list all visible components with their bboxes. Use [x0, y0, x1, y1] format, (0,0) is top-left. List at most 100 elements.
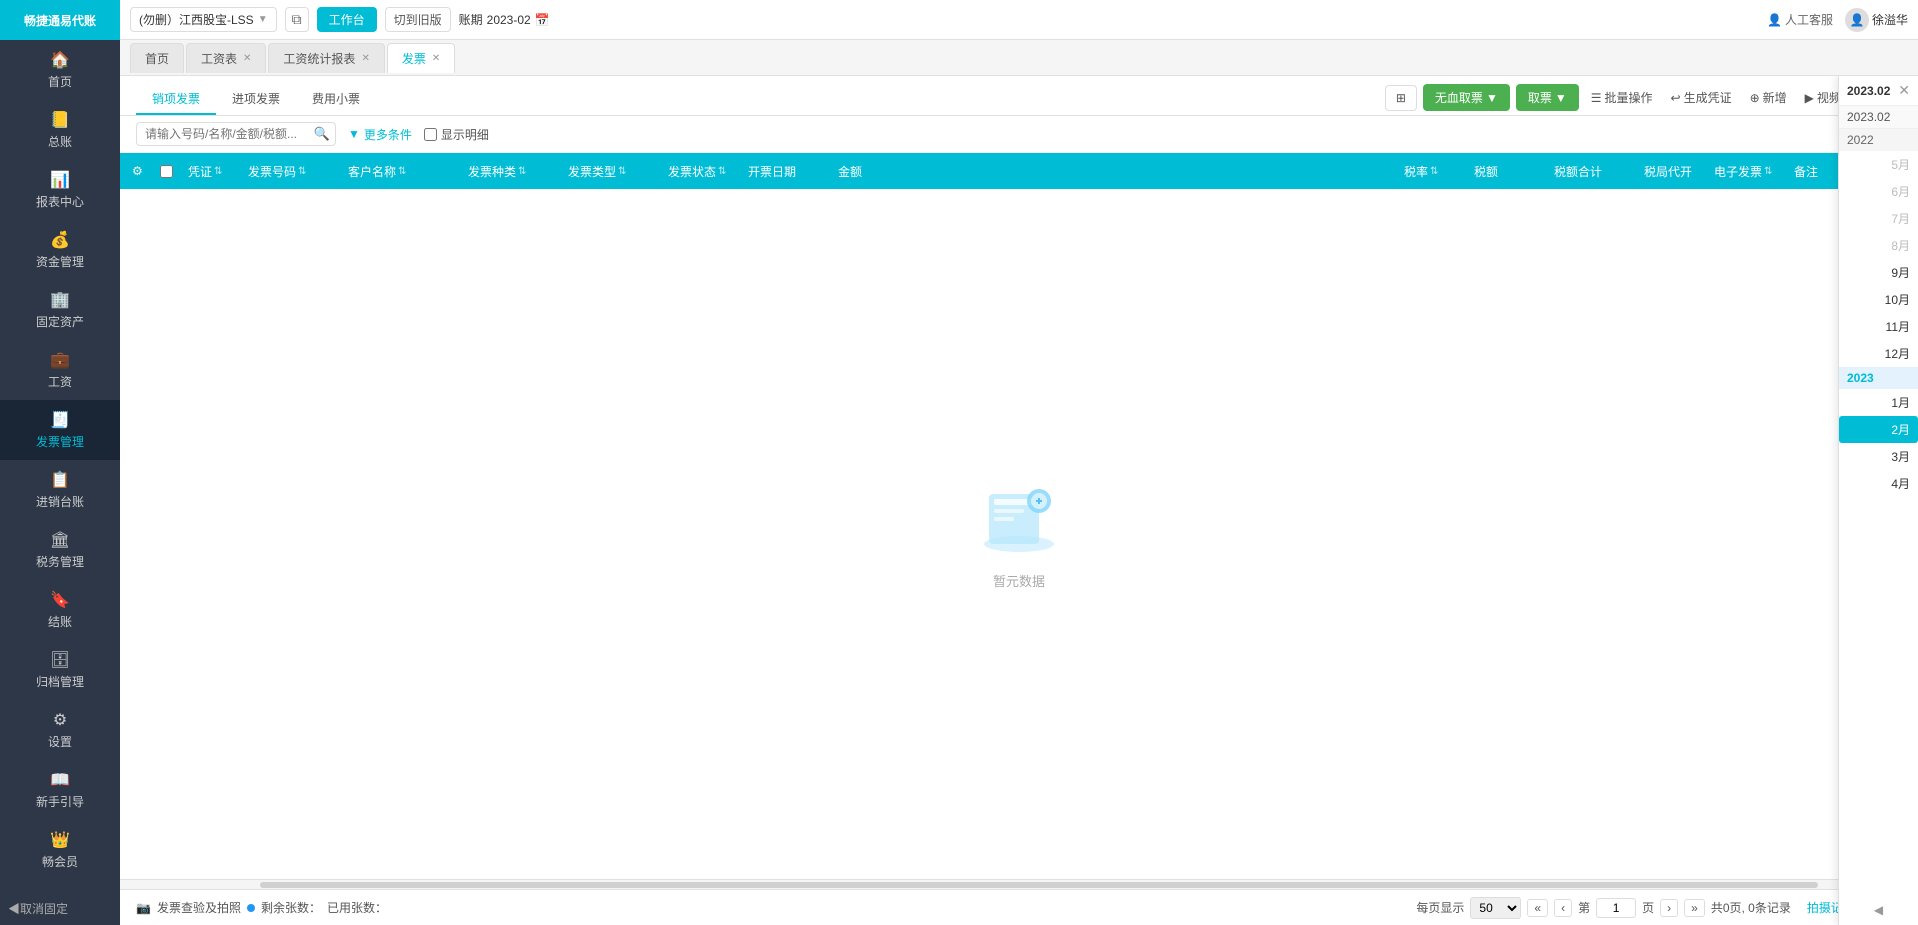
period-month-jun[interactable]: 6月	[1839, 178, 1918, 205]
th-tax-total[interactable]: 税额合计	[1550, 163, 1640, 180]
support-button[interactable]: 👤 人工客服	[1767, 11, 1833, 28]
grid-icon: ⊞	[1396, 91, 1406, 105]
tabbar: 首页 工资表 ✕ 工资统计报表 ✕ 发票 ✕	[120, 40, 1918, 76]
per-page-select[interactable]: 50 100 200	[1470, 897, 1521, 919]
toolbar: ⊞ 无血取票 ▼ 取票 ▼ ☰ 批量操作 ↩ 生成凭证	[1385, 84, 1902, 115]
th-invoice-type[interactable]: 发票种类 ⇅	[464, 163, 564, 180]
tab-salary-close[interactable]: ✕	[243, 53, 251, 64]
per-page-label: 每页显示	[1416, 899, 1464, 916]
sidebar-item-guide[interactable]: 📖 新手引导	[0, 760, 120, 820]
tab-salary[interactable]: 工资表 ✕	[186, 43, 266, 73]
tab-salary-report-label: 工资统计报表	[283, 50, 355, 67]
th-tax-rate[interactable]: 税率 ⇅	[1400, 163, 1470, 180]
th-invoice-cat-label: 发票类型	[568, 163, 616, 180]
tab-invoice-label: 发票	[402, 50, 426, 67]
more-conditions-button[interactable]: ▼ 更多条件	[348, 126, 412, 143]
sidebar-item-sales[interactable]: 📋 进销台账	[0, 460, 120, 520]
sidebar-item-finance[interactable]: 💰 资金管理	[0, 220, 120, 280]
empty-illustration	[969, 479, 1069, 559]
period-month-sep[interactable]: 9月	[1839, 259, 1918, 286]
subtab-sales-invoice[interactable]: 销项发票	[136, 84, 216, 115]
subtab-expense-receipt[interactable]: 费用小票	[296, 84, 376, 115]
period-month-oct[interactable]: 10月	[1839, 286, 1918, 313]
batch-op-button[interactable]: ☰ 批量操作	[1585, 84, 1659, 111]
th-date[interactable]: 开票日期	[744, 163, 834, 180]
th-tax-total-label: 税额合计	[1554, 163, 1602, 180]
search-button[interactable]: 🔍	[314, 126, 330, 142]
sidebar-item-archive[interactable]: 🗄 归档管理	[0, 640, 120, 700]
batch-op-icon: ☰	[1591, 91, 1602, 105]
select-all-checkbox[interactable]	[160, 165, 173, 178]
grid-view-button[interactable]: ⊞	[1385, 85, 1417, 111]
sidebar-item-settings[interactable]: ⚙ 设置	[0, 700, 120, 760]
user-menu[interactable]: 👤 徐溢华	[1845, 8, 1908, 32]
tab-invoice[interactable]: 发票 ✕	[387, 43, 455, 73]
gen-voucher-button[interactable]: ↩ 生成凭证	[1665, 84, 1738, 111]
tab-salary-report[interactable]: 工资统计报表 ✕	[268, 43, 384, 73]
page-input[interactable]	[1596, 898, 1636, 918]
th-invoice-no[interactable]: 发票号码 ⇅	[244, 163, 344, 180]
tab-invoice-close[interactable]: ✕	[432, 53, 440, 64]
table-header: ⚙ 凭证 ⇅ 发票号码 ⇅ 客户名称 ⇅ 发票种类 ⇅ 发票类型 ⇅	[120, 153, 1918, 189]
th-customer[interactable]: 客户名称 ⇅	[344, 163, 464, 180]
avatar: 👤	[1845, 8, 1869, 32]
th-checkbox[interactable]	[156, 165, 184, 178]
sidebar-item-reports[interactable]: 📊 报表中心	[0, 160, 120, 220]
period-month-nov[interactable]: 11月	[1839, 313, 1918, 340]
company-selector[interactable]: (勿删）江西股宝-LSS ▼	[130, 7, 277, 32]
period-month-aug[interactable]: 8月	[1839, 232, 1918, 259]
sidebar-item-invoice[interactable]: 🧾 发票管理	[0, 400, 120, 460]
period-month-jul[interactable]: 7月	[1839, 205, 1918, 232]
th-invoice-status[interactable]: 发票状态 ⇅	[664, 163, 744, 180]
sidebar-unpin[interactable]: ◀取消固定	[0, 892, 120, 925]
show-details-checkbox-label[interactable]: 显示明细	[424, 126, 489, 143]
th-invoice-cat[interactable]: 发票类型 ⇅	[564, 163, 664, 180]
switch-version-button[interactable]: 切到旧版	[385, 7, 451, 32]
prev-page-button[interactable]: ‹	[1554, 899, 1572, 917]
sidebar-item-tax[interactable]: 🏛 税务管理	[0, 520, 120, 580]
sidebar-item-ledger[interactable]: 📒 总账	[0, 100, 120, 160]
finance-icon: 💰	[50, 230, 70, 250]
sidebar-label-guide: 新手引导	[36, 793, 84, 810]
sidebar-label-assets: 固定资产	[36, 313, 84, 330]
period-month-apr[interactable]: 4月	[1839, 470, 1918, 497]
subtab-purchase-invoice[interactable]: 进项发票	[216, 84, 296, 115]
first-page-button[interactable]: «	[1527, 899, 1548, 917]
no-tax-button[interactable]: 无血取票 ▼	[1423, 84, 1510, 111]
next-page-button[interactable]: ›	[1660, 899, 1678, 917]
period-month-jan[interactable]: 1月	[1839, 389, 1918, 416]
assets-icon: 🏢	[50, 290, 70, 310]
copy-button[interactable]: ⧉	[285, 7, 309, 32]
th-voucher[interactable]: 凭证 ⇅	[184, 163, 244, 180]
more-conditions-label: 更多条件	[364, 126, 412, 143]
period-month-may[interactable]: 5月	[1839, 151, 1918, 178]
th-settings[interactable]: ⚙	[128, 164, 156, 178]
period-collapse-btn[interactable]: ◀	[1839, 895, 1918, 925]
sidebar-item-close[interactable]: 🔖 结账	[0, 580, 120, 640]
search-input[interactable]	[136, 122, 336, 146]
sidebar-item-home[interactable]: 🏠 首页	[0, 40, 120, 100]
th-tax[interactable]: 税额	[1470, 163, 1550, 180]
tab-salary-report-close[interactable]: ✕	[361, 53, 369, 64]
period-month-mar[interactable]: 3月	[1839, 443, 1918, 470]
th-amount[interactable]: 金额	[834, 163, 1400, 180]
period-month-feb[interactable]: 2月	[1839, 416, 1918, 443]
sidebar-item-assets[interactable]: 🏢 固定资产	[0, 280, 120, 340]
new-button[interactable]: ⊕ 新增	[1744, 84, 1793, 111]
horizontal-scrollbar[interactable]	[260, 882, 1818, 888]
sidebar-item-salary[interactable]: 💼 工资	[0, 340, 120, 400]
period-month-dec[interactable]: 12月	[1839, 340, 1918, 367]
th-e-invoice[interactable]: 电子发票 ⇅	[1710, 163, 1790, 180]
workbench-button[interactable]: 工作台	[317, 7, 377, 32]
period-panel-close-btn[interactable]: ✕	[1898, 82, 1910, 99]
settings-icon: ⚙	[53, 710, 67, 730]
sidebar-label-tax: 税务管理	[36, 553, 84, 570]
take-invoice-button[interactable]: 取票 ▼	[1516, 84, 1579, 111]
show-details-checkbox[interactable]	[424, 128, 437, 141]
th-tax-code-label: 税局代开	[1644, 163, 1692, 180]
tab-home[interactable]: 首页	[130, 43, 184, 73]
sidebar-item-member[interactable]: 👑 畅会员	[0, 820, 120, 880]
sidebar-label-close: 结账	[48, 613, 72, 630]
last-page-button[interactable]: »	[1684, 899, 1705, 917]
th-tax-code[interactable]: 税局代开	[1640, 163, 1710, 180]
